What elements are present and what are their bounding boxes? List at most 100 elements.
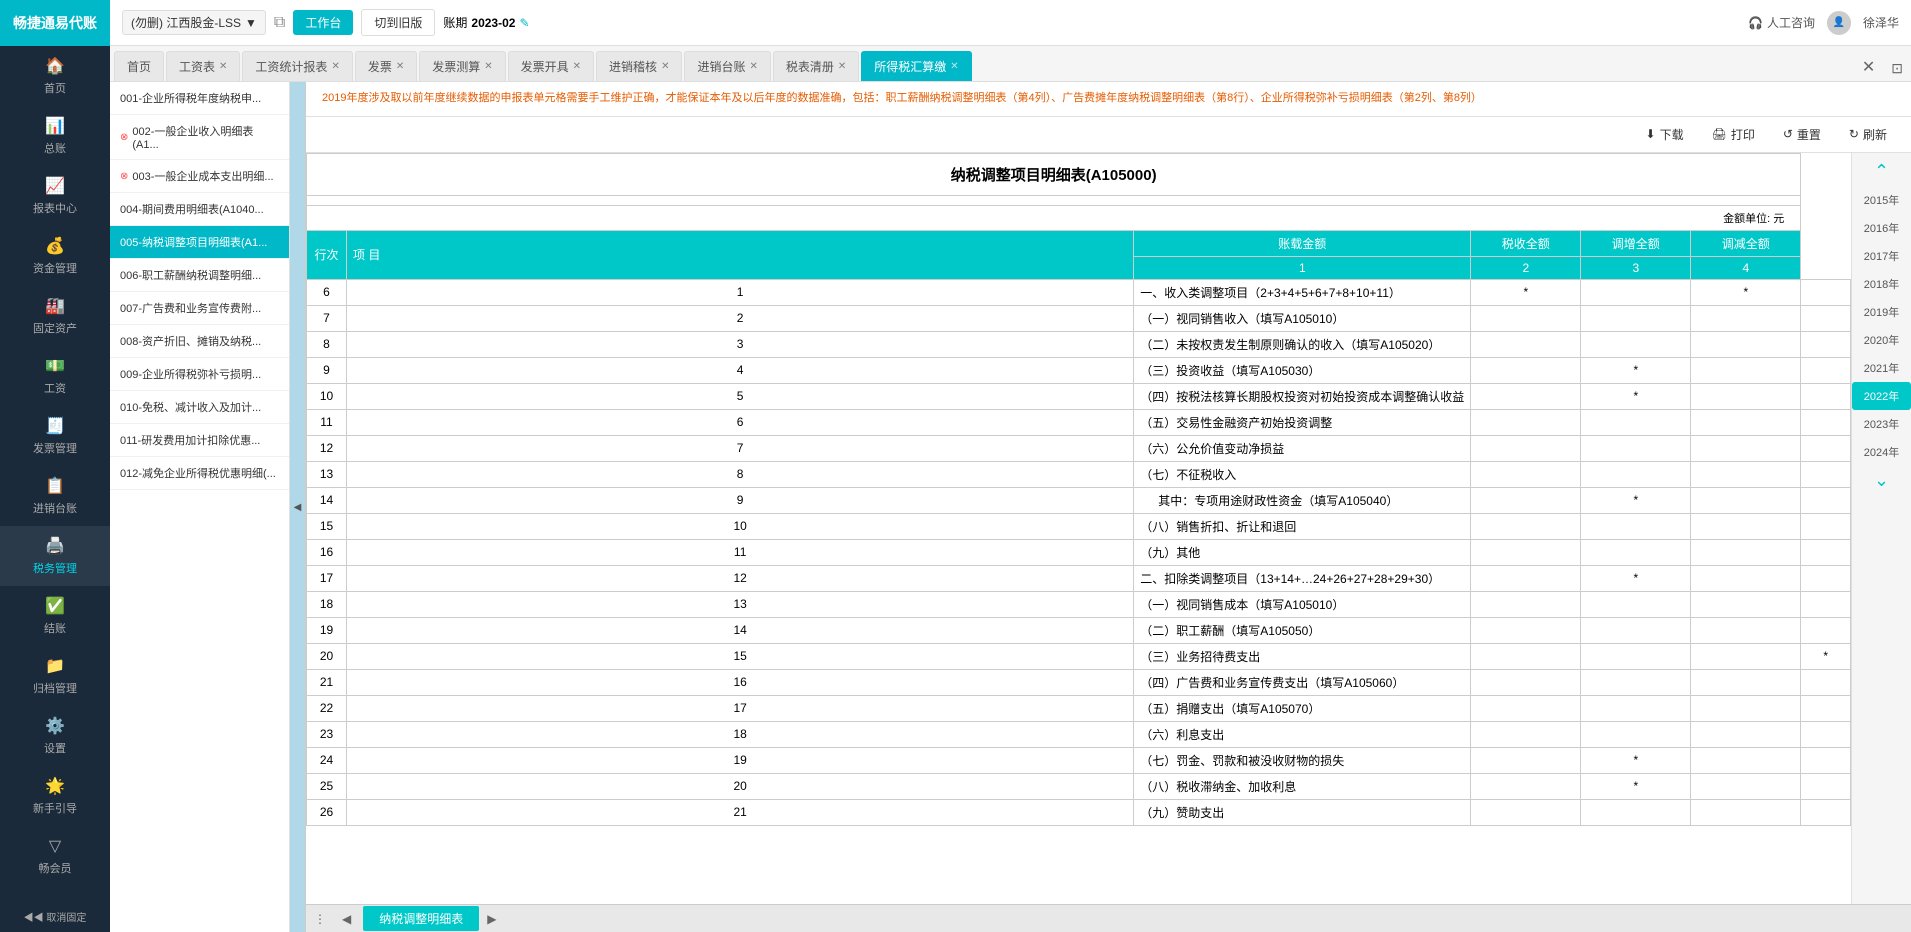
year-down-arrow[interactable]: ⌄ bbox=[1870, 466, 1893, 495]
row-c3-3[interactable] bbox=[1691, 331, 1801, 357]
tab-invoice[interactable]: 发票 ✕ bbox=[355, 51, 417, 81]
close-all-tabs[interactable]: ✕ bbox=[1854, 53, 1883, 81]
year-up-arrow[interactable]: ⌃ bbox=[1870, 157, 1893, 186]
row-c3-7[interactable] bbox=[1691, 435, 1801, 461]
year-2023[interactable]: 2023年 bbox=[1852, 410, 1911, 438]
left-item-005[interactable]: 005-纳税调整项目明细表(A1... bbox=[110, 226, 289, 259]
row-c1-14[interactable] bbox=[1471, 617, 1581, 643]
row-c1-16[interactable] bbox=[1471, 669, 1581, 695]
row-c4-7[interactable] bbox=[1801, 435, 1851, 461]
row-c3-20[interactable] bbox=[1691, 773, 1801, 799]
row-c2-19[interactable]: * bbox=[1581, 747, 1691, 773]
bottom-scroll-right[interactable]: ▶ bbox=[483, 908, 500, 930]
row-c1-8[interactable] bbox=[1471, 461, 1581, 487]
row-c4-13[interactable] bbox=[1801, 591, 1851, 617]
row-c2-4[interactable]: * bbox=[1581, 357, 1691, 383]
sidebar-item-tax[interactable]: 🖨️ 税务管理 bbox=[0, 526, 110, 586]
left-item-004[interactable]: 004-期间费用明细表(A1040... bbox=[110, 193, 289, 226]
sidebar-item-payroll[interactable]: 💵 工资 bbox=[0, 346, 110, 406]
year-2018[interactable]: 2018年 bbox=[1852, 270, 1911, 298]
tab-close-invoice-calc[interactable]: ✕ bbox=[484, 61, 492, 72]
row-c2-7[interactable] bbox=[1581, 435, 1691, 461]
left-item-011[interactable]: 011-研发费用加计扣除优惠... bbox=[110, 424, 289, 457]
row-c4-15[interactable]: * bbox=[1801, 643, 1851, 669]
row-c1-15[interactable] bbox=[1471, 643, 1581, 669]
tab-close-payroll-report[interactable]: ✕ bbox=[331, 61, 339, 72]
year-2022[interactable]: 2022年 bbox=[1852, 382, 1911, 410]
row-c4-17[interactable] bbox=[1801, 695, 1851, 721]
row-c3-19[interactable] bbox=[1691, 747, 1801, 773]
tab-invoice-calc[interactable]: 发票测算 ✕ bbox=[419, 51, 505, 81]
row-c2-6[interactable] bbox=[1581, 409, 1691, 435]
tab-home[interactable]: 首页 bbox=[114, 51, 164, 81]
year-2024[interactable]: 2024年 bbox=[1852, 438, 1911, 466]
row-c1-17[interactable] bbox=[1471, 695, 1581, 721]
row-c1-1[interactable]: * bbox=[1471, 279, 1581, 305]
reset-button[interactable]: ↺ 重置 bbox=[1775, 123, 1829, 146]
copy-icon[interactable]: ⧉ bbox=[274, 14, 285, 32]
row-c2-14[interactable] bbox=[1581, 617, 1691, 643]
tab-close-payroll[interactable]: ✕ bbox=[219, 61, 227, 72]
row-c4-8[interactable] bbox=[1801, 461, 1851, 487]
row-c2-21[interactable] bbox=[1581, 799, 1691, 825]
tab-payroll[interactable]: 工资表 ✕ bbox=[166, 51, 240, 81]
sidebar-item-settings[interactable]: ⚙️ 设置 bbox=[0, 706, 110, 766]
row-c4-4[interactable] bbox=[1801, 357, 1851, 383]
row-c3-1[interactable]: * bbox=[1691, 279, 1801, 305]
row-c3-13[interactable] bbox=[1691, 591, 1801, 617]
workspace-button[interactable]: 工作台 bbox=[293, 10, 353, 35]
left-item-012[interactable]: 012-减免企业所得税优惠明细(... bbox=[110, 457, 289, 490]
maximize-button[interactable]: ⊡ bbox=[1883, 56, 1911, 81]
year-2021[interactable]: 2021年 bbox=[1852, 354, 1911, 382]
service-button[interactable]: 🎧 人工咨询 bbox=[1748, 14, 1815, 31]
row-c4-3[interactable] bbox=[1801, 331, 1851, 357]
row-c3-9[interactable] bbox=[1691, 487, 1801, 513]
left-item-006[interactable]: 006-职工薪酬纳税调整明细... bbox=[110, 259, 289, 292]
company-selector[interactable]: (勿删) 江西股金-LSS ▼ bbox=[122, 10, 266, 35]
row-c1-2[interactable] bbox=[1471, 305, 1581, 331]
bottom-tab-tax-adjust[interactable]: 纳税调整明细表 bbox=[363, 906, 479, 931]
row-c3-10[interactable] bbox=[1691, 513, 1801, 539]
row-c2-2[interactable] bbox=[1581, 305, 1691, 331]
row-c4-6[interactable] bbox=[1801, 409, 1851, 435]
left-item-003[interactable]: ⊗ 003-一般企业成本支出明细... bbox=[110, 160, 289, 193]
sidebar-item-fund[interactable]: 💰 资金管理 bbox=[0, 226, 110, 286]
year-2017[interactable]: 2017年 bbox=[1852, 242, 1911, 270]
row-c3-5[interactable] bbox=[1691, 383, 1801, 409]
row-c3-11[interactable] bbox=[1691, 539, 1801, 565]
sidebar-item-home[interactable]: 🏠 首页 bbox=[0, 46, 110, 106]
row-c4-20[interactable] bbox=[1801, 773, 1851, 799]
print-button[interactable]: 🖨 打印 bbox=[1704, 123, 1763, 146]
tab-close-invoice[interactable]: ✕ bbox=[396, 61, 404, 72]
row-c3-14[interactable] bbox=[1691, 617, 1801, 643]
row-c4-19[interactable] bbox=[1801, 747, 1851, 773]
row-c1-10[interactable] bbox=[1471, 513, 1581, 539]
row-c2-5[interactable]: * bbox=[1581, 383, 1691, 409]
row-c4-16[interactable] bbox=[1801, 669, 1851, 695]
row-c4-9[interactable] bbox=[1801, 487, 1851, 513]
tab-sales-ledger[interactable]: 进销台账 ✕ bbox=[684, 51, 770, 81]
row-c2-18[interactable] bbox=[1581, 721, 1691, 747]
tab-payroll-report[interactable]: 工资统计报表 ✕ bbox=[242, 51, 352, 81]
scroll-left-icon[interactable]: ⋮ bbox=[306, 908, 334, 930]
row-c3-12[interactable] bbox=[1691, 565, 1801, 591]
row-c1-6[interactable] bbox=[1471, 409, 1581, 435]
sidebar-item-sales-ledger[interactable]: 📋 进销台账 bbox=[0, 466, 110, 526]
scroll-prev-icon[interactable]: ◀ bbox=[334, 908, 359, 930]
row-c2-20[interactable]: * bbox=[1581, 773, 1691, 799]
row-c1-3[interactable] bbox=[1471, 331, 1581, 357]
tab-invoice-issue[interactable]: 发票开具 ✕ bbox=[508, 51, 594, 81]
sidebar-item-close[interactable]: ✅ 结账 bbox=[0, 586, 110, 646]
row-c2-10[interactable] bbox=[1581, 513, 1691, 539]
row-c4-12[interactable] bbox=[1801, 565, 1851, 591]
row-c1-12[interactable] bbox=[1471, 565, 1581, 591]
row-c2-3[interactable] bbox=[1581, 331, 1691, 357]
row-c3-16[interactable] bbox=[1691, 669, 1801, 695]
row-c4-18[interactable] bbox=[1801, 721, 1851, 747]
row-c2-9[interactable]: * bbox=[1581, 487, 1691, 513]
row-c3-18[interactable] bbox=[1691, 721, 1801, 747]
sidebar-item-invoice[interactable]: 🧾 发票管理 bbox=[0, 406, 110, 466]
collapse-panel-button[interactable]: ◀ bbox=[290, 82, 306, 932]
row-c1-5[interactable] bbox=[1471, 383, 1581, 409]
tab-close-tax-list[interactable]: ✕ bbox=[838, 61, 846, 72]
